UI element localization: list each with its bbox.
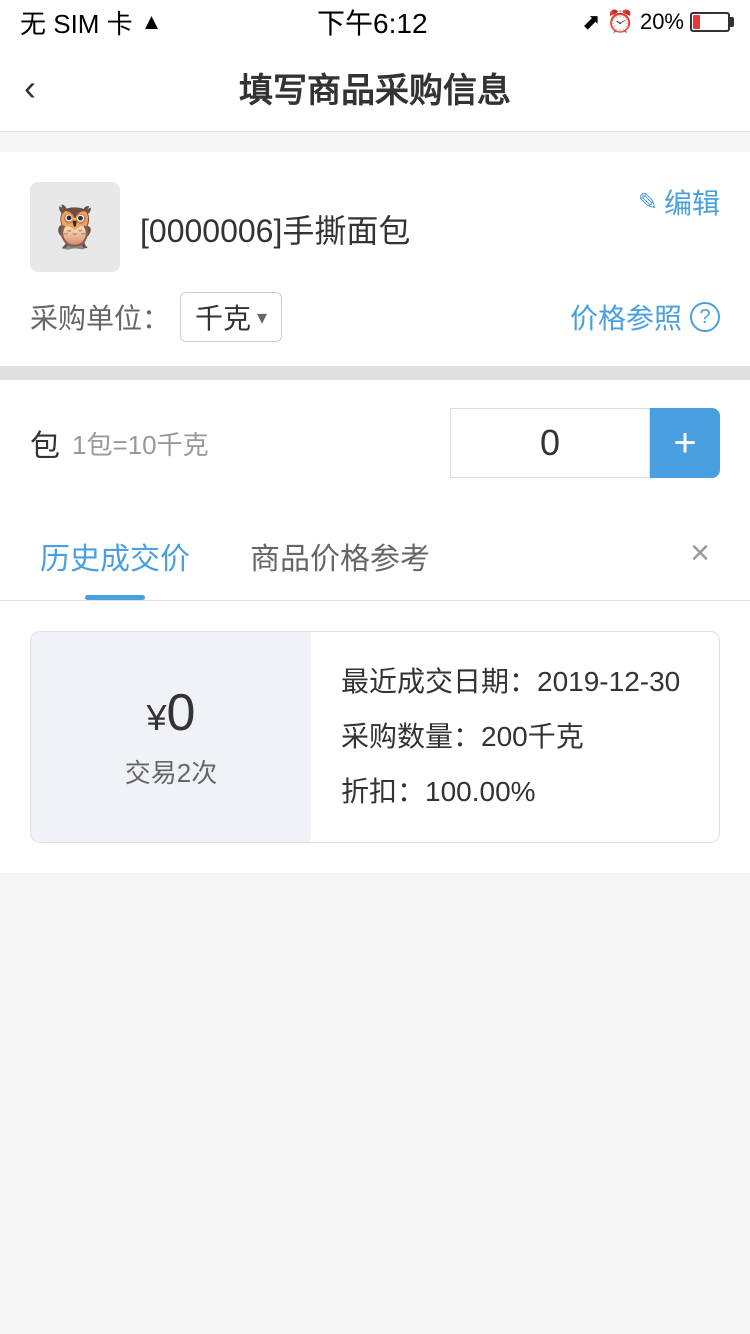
tab-product-price-ref[interactable]: 商品价格参考	[240, 506, 440, 600]
edit-icon: ✎	[638, 188, 658, 217]
discount-label: 折扣：	[341, 776, 425, 807]
tab-history-price[interactable]: 历史成交价	[30, 506, 200, 600]
product-unit-row: 采购单位： 千克 ▾ 价格参照 ?	[30, 292, 720, 342]
price-value: 0	[167, 684, 196, 742]
plus-icon: +	[673, 423, 696, 463]
unit-equiv: 1包=10千克	[72, 425, 209, 462]
status-left: 无 SIM 卡 ▲	[20, 4, 162, 41]
unit-name: 包	[30, 421, 60, 465]
unit-selector-group: 采购单位： 千克 ▾	[30, 292, 282, 342]
close-panel-button[interactable]: ×	[680, 524, 720, 583]
chevron-down-icon: ▾	[257, 305, 267, 330]
nav-bar: ‹ 填写商品采购信息	[0, 44, 750, 132]
status-right: ⬈ ⏰ 20%	[582, 9, 730, 35]
battery-icon	[690, 12, 730, 32]
battery-percent: 20%	[640, 9, 684, 35]
tab-history-label: 历史成交价	[40, 543, 190, 576]
location-icon: ⬈	[582, 9, 600, 35]
tab-product-label: 商品价格参考	[250, 543, 430, 576]
quantity-input[interactable]	[450, 408, 650, 478]
product-card: 🦉 [0000006]手撕面包 ✎ 编辑 采购单位： 千克 ▾ 价格参照 ?	[0, 152, 750, 366]
quantity-control: +	[450, 408, 720, 478]
carrier-text: 无 SIM 卡	[20, 4, 133, 41]
back-button[interactable]: ‹	[24, 67, 36, 109]
product-left: 🦉 [0000006]手撕面包	[30, 182, 410, 272]
currency-symbol: ¥	[147, 697, 167, 738]
edit-label: 编辑	[664, 182, 720, 222]
unit-select-dropdown[interactable]: 千克 ▾	[180, 292, 282, 342]
edit-button[interactable]: ✎ 编辑	[638, 182, 720, 222]
product-thumbnail: 🦉	[30, 182, 120, 272]
quantity-detail-label: 采购数量：	[341, 721, 481, 752]
price-display: ¥0	[147, 683, 196, 743]
trade-count: 交易2次	[125, 753, 217, 790]
transaction-card: ¥0 交易2次 最近成交日期：2019-12-30 采购数量：200千克 折扣：…	[30, 631, 720, 843]
transaction-price-panel: ¥0 交易2次	[31, 632, 311, 842]
status-bar: 无 SIM 卡 ▲ 下午6:12 ⬈ ⏰ 20%	[0, 0, 750, 44]
help-icon: ?	[690, 302, 720, 332]
unit-label: 采购单位：	[30, 297, 170, 337]
transaction-details: 最近成交日期：2019-12-30 采购数量：200千克 折扣：100.00%	[311, 632, 719, 842]
quantity-row: 包 1包=10千克 +	[0, 380, 750, 506]
page-title: 填写商品采购信息	[239, 63, 511, 112]
product-name: [0000006]手撕面包	[140, 206, 410, 252]
wifi-icon: ▲	[141, 9, 163, 35]
unit-info: 包 1包=10千克	[30, 421, 209, 465]
price-ref-label: 价格参照	[570, 297, 682, 337]
section-divider	[0, 366, 750, 380]
bottom-panel: 历史成交价 商品价格参考 × ¥0 交易2次 最近成交日期：2019-12-30…	[0, 506, 750, 873]
price-reference-button[interactable]: 价格参照 ?	[570, 297, 720, 337]
quantity-plus-button[interactable]: +	[650, 408, 720, 478]
tabs-bar: 历史成交价 商品价格参考 ×	[0, 506, 750, 601]
product-header: 🦉 [0000006]手撕面包 ✎ 编辑	[30, 182, 720, 272]
quantity-detail-row: 采购数量：200千克	[341, 717, 689, 756]
recent-date-value: 2019-12-30	[537, 666, 680, 697]
unit-value: 千克	[195, 297, 251, 337]
tabs-list: 历史成交价 商品价格参考	[30, 506, 440, 600]
quantity-detail-value: 200千克	[481, 721, 584, 752]
empty-content-space	[0, 873, 750, 1273]
discount-row: 折扣：100.00%	[341, 772, 689, 811]
transaction-section: ¥0 交易2次 最近成交日期：2019-12-30 采购数量：200千克 折扣：…	[0, 601, 750, 873]
alarm-icon: ⏰	[607, 9, 634, 35]
status-time: 下午6:12	[317, 2, 428, 42]
recent-date-row: 最近成交日期：2019-12-30	[341, 662, 689, 701]
product-logo-icon: 🦉	[49, 203, 101, 252]
recent-date-label: 最近成交日期：	[341, 666, 537, 697]
discount-value: 100.00%	[425, 776, 536, 807]
